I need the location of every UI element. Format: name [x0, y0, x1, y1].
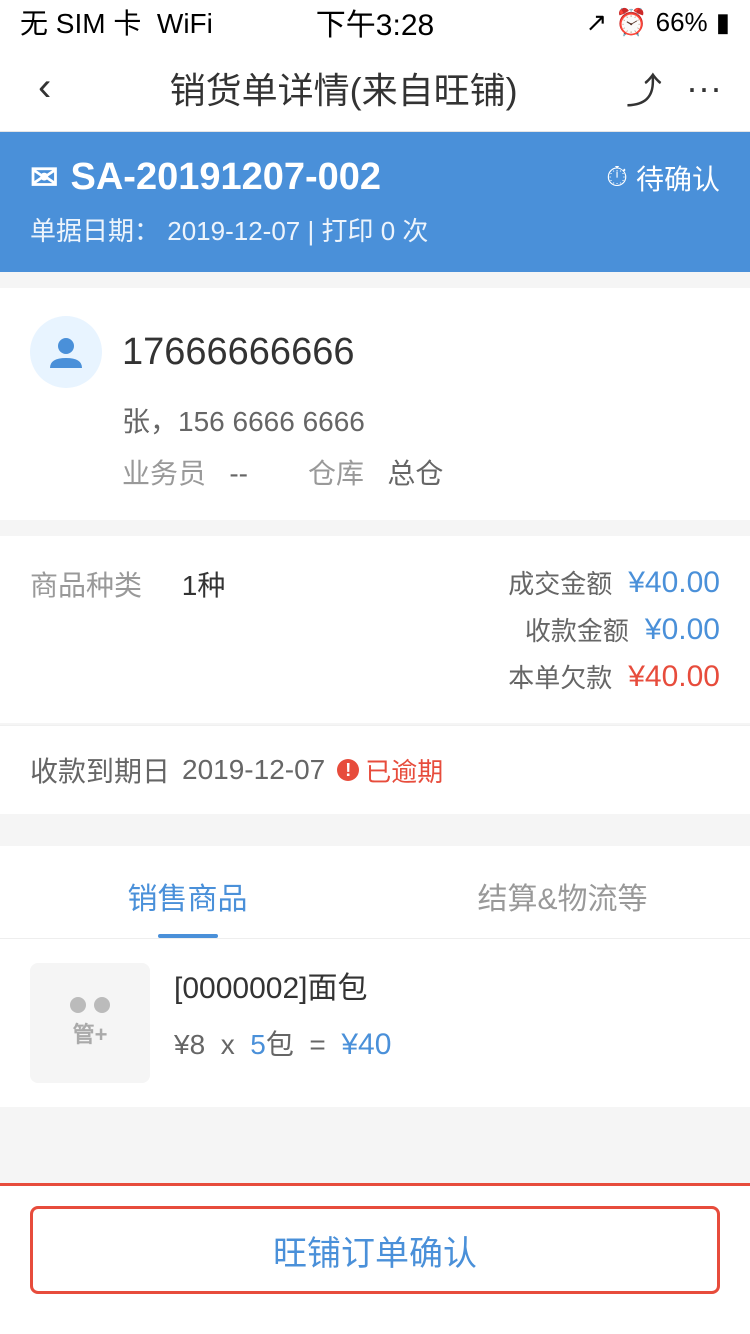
product-item: 管+ [0000002]面包 ¥8 x 5包 = ¥40: [30, 963, 720, 1083]
overdue-text: 已逾期: [365, 752, 443, 789]
customer-meta: 业务员 -- 仓库 总仓: [30, 452, 720, 492]
order-date: 单据日期： 2019-12-07 | 打印 0 次: [30, 211, 720, 248]
back-button[interactable]: ‹: [28, 55, 61, 120]
nav-bar: ‹ 销货单详情(来自旺铺) ⤴ ···: [0, 44, 750, 132]
status-bar: 无 SIM 卡 WiFi 下午3:28 ↗ ⏰ 66% ▮: [0, 0, 750, 44]
alarm-icon: ⏰: [615, 7, 647, 38]
avatar: [30, 316, 102, 388]
amount-summary: 成交金额 ¥40.00 收款金额 ¥0.00 本单欠款 ¥40.00: [508, 564, 720, 695]
page-title: 销货单详情(来自旺铺): [170, 62, 518, 114]
summary-card: 商品种类 1种 成交金额 ¥40.00 收款金额 ¥0.00 本单欠款 ¥40.…: [0, 536, 750, 723]
overdue-badge: ! 已逾期: [337, 752, 443, 789]
tab-sales-goods[interactable]: 销售商品: [0, 846, 375, 938]
nav-actions: ⤴ ···: [626, 62, 722, 114]
warehouse-label: 仓库 总仓: [308, 452, 443, 492]
bottom-action-bar: 旺铺订单确认: [0, 1183, 750, 1334]
confirm-order-button[interactable]: 旺铺订单确认: [30, 1206, 720, 1294]
product-list: 管+ [0000002]面包 ¥8 x 5包 = ¥40: [0, 939, 750, 1107]
location-icon: ↗: [585, 7, 607, 38]
product-details: [0000002]面包 ¥8 x 5包 = ¥40: [174, 963, 720, 1063]
sales-label: 业务员 --: [122, 452, 248, 492]
goods-type: 商品种类 1种: [30, 564, 225, 604]
received-amount: 收款金额 ¥0.00: [525, 611, 720, 648]
divider-1: [0, 520, 750, 536]
share-icon[interactable]: ⤴: [626, 62, 662, 114]
customer-name: 张，156 6666 6666: [30, 400, 720, 440]
battery-level: 66%: [656, 7, 708, 38]
tabs-container: 销售商品 结算&物流等: [0, 846, 750, 939]
tab-settlement-logistics[interactable]: 结算&物流等: [375, 846, 750, 938]
status-time: 下午3:28: [316, 0, 434, 44]
battery-icon: ▮: [716, 7, 730, 38]
due-date-card: 收款到期日 2019-12-07 ! 已逾期: [0, 725, 750, 814]
status-carrier: 无 SIM 卡 WiFi: [20, 2, 213, 42]
deal-amount: 成交金额 ¥40.00: [508, 564, 720, 601]
customer-card: 17666666666 张，156 6666 6666 业务员 -- 仓库 总仓: [0, 288, 750, 520]
overdue-icon: !: [337, 759, 359, 781]
owed-amount: 本单欠款 ¥40.00: [508, 658, 720, 695]
divider-2: [0, 814, 750, 830]
due-date-value: 2019-12-07: [182, 754, 325, 786]
product-name: [0000002]面包: [174, 963, 720, 1007]
status-icons: ↗ ⏰ 66% ▮: [585, 7, 730, 38]
clock-icon: ⏱: [606, 161, 628, 194]
product-price: ¥8 x 5包 = ¥40: [174, 1023, 720, 1063]
order-email-icon: ✉: [30, 158, 59, 198]
product-thumbnail: 管+: [30, 963, 150, 1083]
more-icon[interactable]: ···: [686, 67, 722, 109]
order-status: ⏱ 待确认: [606, 158, 720, 198]
due-date-label: 收款到期日: [30, 750, 170, 790]
order-header-card: ✉ SA-20191207-002 ⏱ 待确认 单据日期： 2019-12-07…: [0, 132, 750, 272]
order-id: ✉ SA-20191207-002: [30, 156, 381, 199]
customer-phone: 17666666666: [122, 331, 354, 374]
